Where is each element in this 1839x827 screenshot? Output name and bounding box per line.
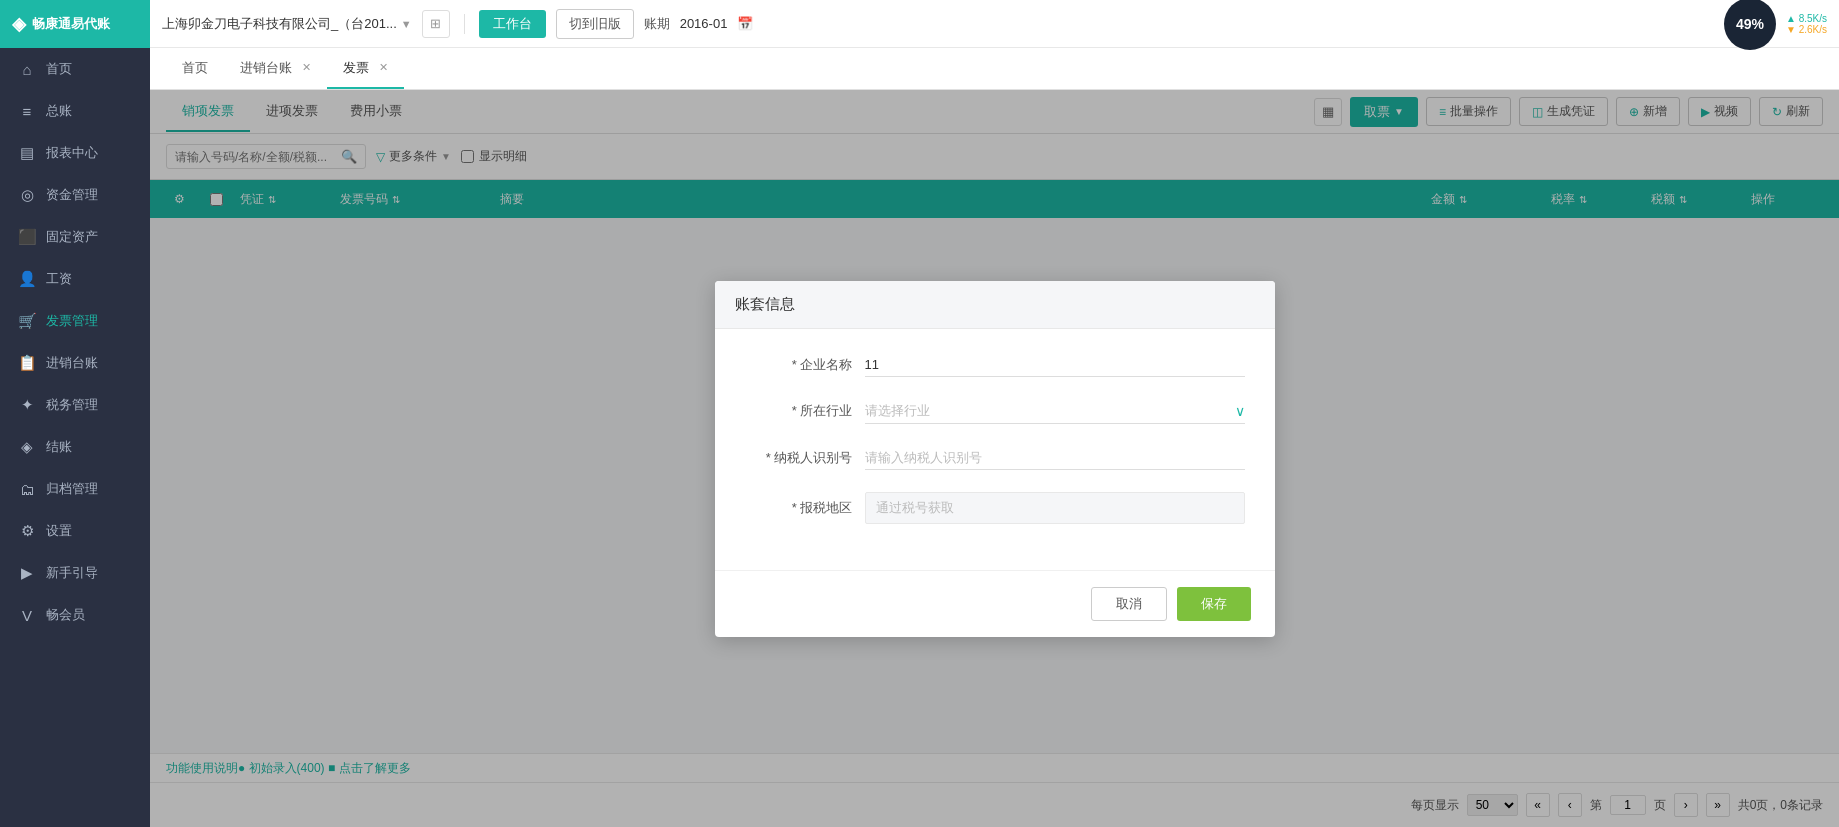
sidebar-item-label: 固定资产	[46, 228, 98, 246]
tab-sales-label: 进销台账	[240, 59, 292, 77]
modal-footer: 取消 保存	[715, 570, 1275, 637]
settings-icon: ⚙	[18, 522, 36, 540]
workbench-button[interactable]: 工作台	[479, 10, 546, 38]
ledger-icon: ≡	[18, 103, 36, 120]
sidebar-item-label: 新手引导	[46, 564, 98, 582]
speed-circle: 49%	[1724, 0, 1776, 50]
company-chevron-icon: ▼	[401, 18, 412, 30]
invoice-icon: 🛒	[18, 312, 36, 330]
speed-indicator: 49% ▲ 8.5K/s ▼ 2.6K/s	[1724, 0, 1827, 50]
modal-title: 账套信息	[735, 295, 795, 312]
modal-body: * 企业名称 * 所在行业 请选择行业	[715, 329, 1275, 570]
topbar: 上海卯金刀电子科技有限公司_（台201... ▼ ⊞ 工作台 切到旧版 账期 2…	[150, 0, 1839, 48]
sidebar-logo: ◈ 畅康通易代账	[0, 0, 150, 48]
sidebar-item-label: 畅会员	[46, 606, 85, 624]
page-content: 销项发票 进项发票 费用小票 ▦ 取票 ▼ ≡ 批量	[150, 90, 1839, 827]
sidebar-item-label: 报表中心	[46, 144, 98, 162]
funds-icon: ◎	[18, 186, 36, 204]
topbar-divider	[464, 14, 465, 34]
sidebar-item-label: 发票管理	[46, 312, 98, 330]
period-label: 账期	[644, 15, 670, 33]
close-invoice-icon[interactable]: ✕	[379, 61, 388, 74]
account-info-modal: 账套信息 * 企业名称 * 所在行业	[715, 281, 1275, 637]
sidebar-item-funds[interactable]: ◎ 资金管理	[0, 174, 150, 216]
sidebar-item-tax[interactable]: ✦ 税务管理	[0, 384, 150, 426]
sidebar-item-label: 设置	[46, 522, 72, 540]
sidebar-item-guide[interactable]: ▶ 新手引导	[0, 552, 150, 594]
close-sales-ledger-icon[interactable]: ✕	[302, 61, 311, 74]
reports-icon: ▤	[18, 144, 36, 162]
sidebar-item-label: 首页	[46, 60, 72, 78]
sidebar-item-assets[interactable]: ⬛ 固定资产	[0, 216, 150, 258]
sidebar-item-home[interactable]: ⌂ 首页	[0, 48, 150, 90]
sidebar-item-settle[interactable]: ◈ 结账	[0, 426, 150, 468]
tab-invoice-label: 发票	[343, 59, 369, 77]
tax-region-display: 通过税号获取	[865, 492, 1245, 524]
nav-tabs: 首页 进销台账 ✕ 发票 ✕	[150, 48, 1839, 90]
tab-home-label: 首页	[182, 59, 208, 77]
modal-overlay: 账套信息 * 企业名称 * 所在行业	[150, 90, 1839, 827]
sidebar-item-payroll[interactable]: 👤 工资	[0, 258, 150, 300]
tax-icon: ✦	[18, 396, 36, 414]
tax-region-label: * 报税地区	[745, 499, 865, 517]
industry-chevron-icon: ∨	[1235, 403, 1245, 419]
download-speed: ▼ 2.6K/s	[1786, 24, 1827, 35]
speed-percentage: 49%	[1736, 16, 1764, 32]
modal-header: 账套信息	[715, 281, 1275, 329]
assets-icon: ⬛	[18, 228, 36, 246]
sidebar-item-sales[interactable]: 📋 进销台账	[0, 342, 150, 384]
tab-sales-ledger[interactable]: 进销台账 ✕	[224, 49, 327, 89]
upload-speed: ▲ 8.5K/s	[1786, 13, 1827, 24]
archive-icon: 🗂	[18, 481, 36, 498]
sidebar-item-label: 结账	[46, 438, 72, 456]
speed-stats: ▲ 8.5K/s ▼ 2.6K/s	[1786, 13, 1827, 35]
industry-row: * 所在行业 请选择行业 ∨	[745, 399, 1245, 424]
cancel-button[interactable]: 取消	[1091, 587, 1167, 621]
industry-label: * 所在行业	[745, 402, 865, 420]
sidebar-item-invoice[interactable]: 🛒 发票管理	[0, 300, 150, 342]
main-content: 上海卯金刀电子科技有限公司_（台201... ▼ ⊞ 工作台 切到旧版 账期 2…	[150, 0, 1839, 827]
sidebar-item-archive[interactable]: 🗂 归档管理	[0, 468, 150, 510]
industry-select-wrap: 请选择行业 ∨	[865, 399, 1245, 424]
calendar-icon[interactable]: 📅	[737, 16, 753, 31]
save-button[interactable]: 保存	[1177, 587, 1251, 621]
sidebar-item-label: 总账	[46, 102, 72, 120]
industry-select[interactable]: 请选择行业	[865, 403, 1235, 418]
settle-icon: ◈	[18, 438, 36, 456]
sidebar-item-ledger[interactable]: ≡ 总账	[0, 90, 150, 132]
company-name-label: * 企业名称	[745, 356, 865, 374]
home-icon: ⌂	[18, 61, 36, 78]
tab-invoice[interactable]: 发票 ✕	[327, 49, 404, 89]
company-name-row: * 企业名称	[745, 353, 1245, 377]
tax-id-input[interactable]	[865, 446, 1245, 470]
topbar-icon-btn[interactable]: ⊞	[422, 10, 450, 38]
tax-id-label: * 纳税人识别号	[745, 449, 865, 467]
logo-icon: ◈	[12, 13, 26, 35]
sidebar-item-member[interactable]: V 畅会员	[0, 594, 150, 636]
tax-region-row: * 报税地区 通过税号获取	[745, 492, 1245, 524]
sales-icon: 📋	[18, 354, 36, 372]
sidebar-item-label: 工资	[46, 270, 72, 288]
sidebar-item-reports[interactable]: ▤ 报表中心	[0, 132, 150, 174]
tab-home[interactable]: 首页	[166, 49, 224, 89]
period-value: 2016-01	[680, 16, 728, 31]
company-selector[interactable]: 上海卯金刀电子科技有限公司_（台201... ▼	[162, 15, 412, 33]
payroll-icon: 👤	[18, 270, 36, 288]
sidebar-item-label: 资金管理	[46, 186, 98, 204]
company-name-input[interactable]	[865, 353, 1245, 377]
sidebar-item-label: 归档管理	[46, 480, 98, 498]
sidebar-item-settings[interactable]: ⚙ 设置	[0, 510, 150, 552]
sidebar: ◈ 畅康通易代账 ⌂ 首页 ≡ 总账 ▤ 报表中心 ◎ 资金管理 ⬛ 固定资产 …	[0, 0, 150, 827]
old-version-button[interactable]: 切到旧版	[556, 9, 634, 39]
sidebar-item-label: 进销台账	[46, 354, 98, 372]
member-icon: V	[18, 607, 36, 624]
guide-icon: ▶	[18, 564, 36, 582]
sidebar-item-label: 税务管理	[46, 396, 98, 414]
logo-text: 畅康通易代账	[32, 15, 110, 33]
company-name: 上海卯金刀电子科技有限公司_（台201...	[162, 15, 397, 33]
tax-id-row: * 纳税人识别号	[745, 446, 1245, 470]
